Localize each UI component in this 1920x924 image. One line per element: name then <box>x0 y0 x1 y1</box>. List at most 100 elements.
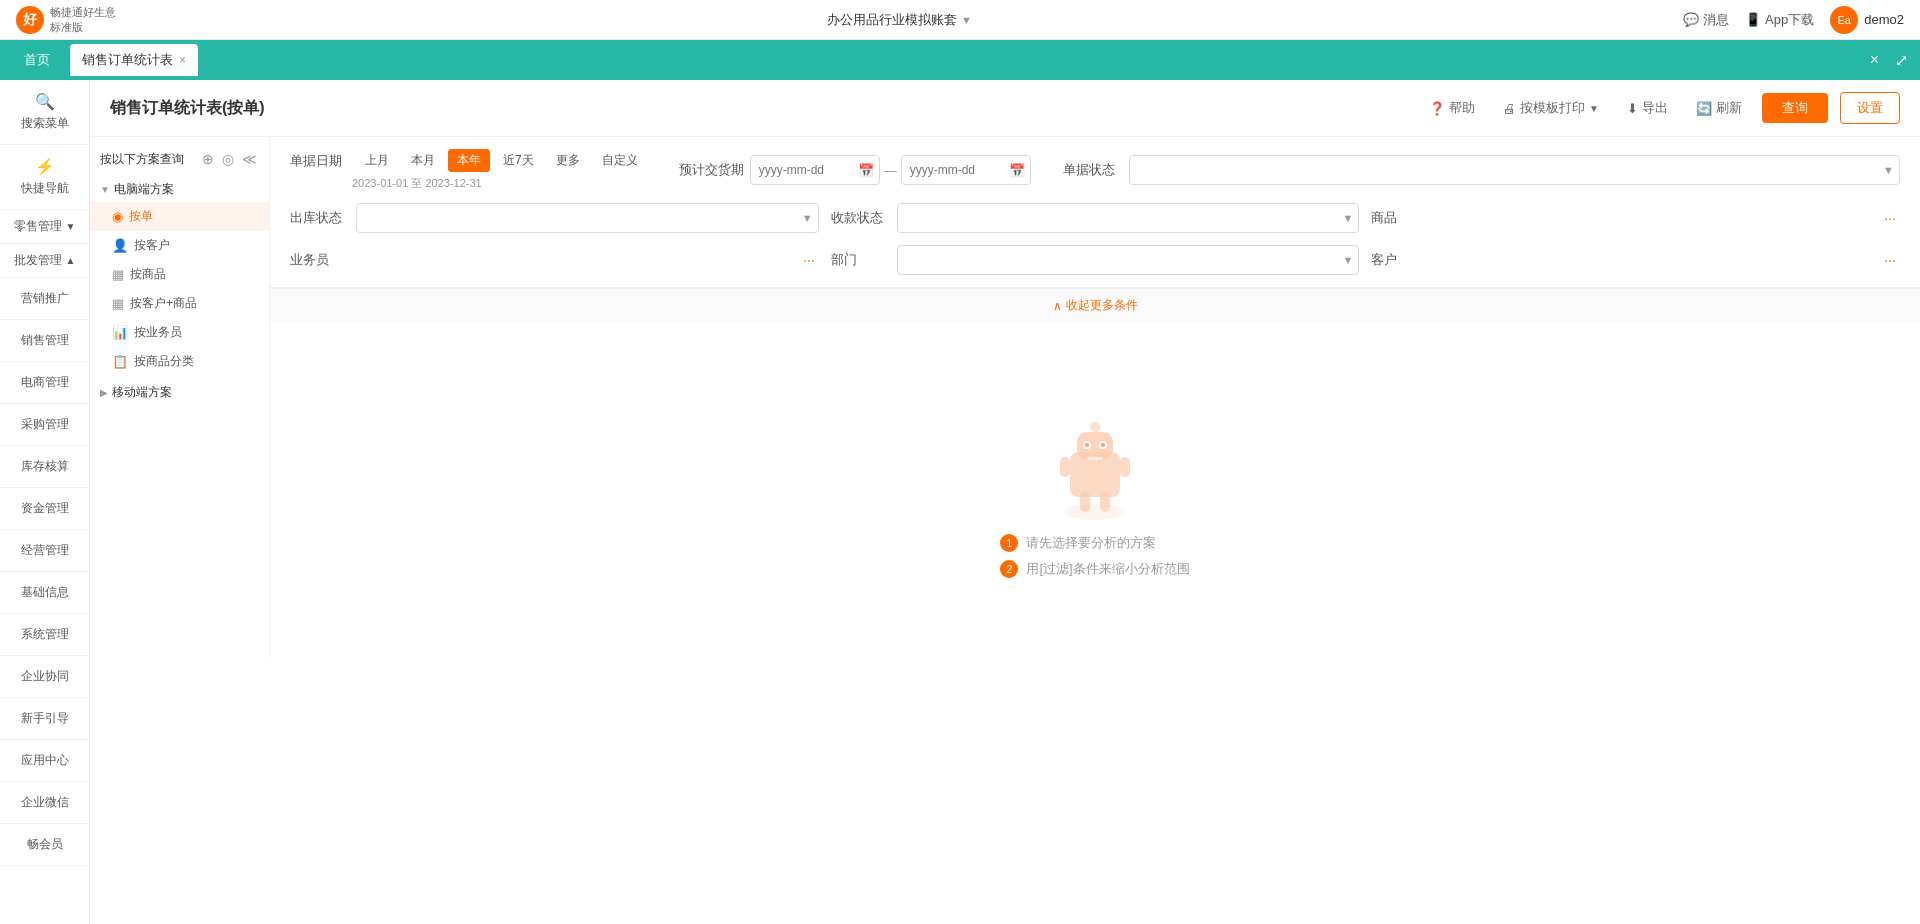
logo-icon: 好 <box>16 6 44 34</box>
svg-point-12 <box>1090 422 1100 432</box>
svg-rect-7 <box>1087 457 1103 460</box>
period-this-year[interactable]: 本年 <box>448 149 490 172</box>
sidebar-item-quick-nav[interactable]: ⚡ 快捷导航 <box>0 145 89 210</box>
department-label: 部门 <box>831 251 891 269</box>
sidebar-item-ops-mgmt[interactable]: 经营管理 <box>0 530 89 572</box>
svg-rect-2 <box>1077 432 1113 460</box>
logo-area: 好 畅捷通好生意 标准版 <box>16 5 116 34</box>
scheme-group-pc-header[interactable]: ▼ 电脑端方案 <box>90 177 269 202</box>
scheme-item-by-goods[interactable]: ▦ 按商品 <box>90 260 269 289</box>
refresh-button[interactable]: 🔄 刷新 <box>1688 95 1750 121</box>
empty-tip-2: 2 用[过滤]条件来缩小分析范围 <box>1000 560 1189 578</box>
message-button[interactable]: 💬 消息 <box>1683 11 1729 29</box>
sidebar-item-marketing[interactable]: 营销推广 <box>0 278 89 320</box>
by-order-icon: ◉ <box>112 209 123 224</box>
delivery-status-label: 出库状态 <box>290 209 350 227</box>
filter-row-3: 业务员 ··· 部门 <box>290 245 1900 275</box>
app-title[interactable]: 办公用品行业模拟账套 ▼ <box>827 11 972 29</box>
scheme-item-by-goods-category[interactable]: 📋 按商品分类 <box>90 347 269 376</box>
svg-rect-11 <box>1100 492 1110 512</box>
salesman-group: 业务员 ··· <box>290 251 819 269</box>
customer-more-btn[interactable]: ··· <box>1880 252 1900 268</box>
svg-rect-10 <box>1080 492 1090 512</box>
user-profile[interactable]: Ea demo2 <box>1830 6 1904 34</box>
svg-point-0 <box>1065 504 1125 520</box>
top-bar-right: 💬 消息 📱 App下载 Ea demo2 <box>1683 6 1904 34</box>
print-button[interactable]: 🖨 按模板打印 ▼ <box>1495 95 1607 121</box>
main-layout: 🔍 搜索菜单 ⚡ 快捷导航 零售管理 ▼ 批发管理 ▲ 营销推广 销售管理 电商… <box>0 80 1920 924</box>
order-status-label: 单据状态 <box>1063 161 1123 179</box>
sidebar-item-purchase-mgmt[interactable]: 采购管理 <box>0 404 89 446</box>
collapse-bar[interactable]: ∧ 收起更多条件 <box>270 288 1920 322</box>
search-icon: 🔍 <box>35 92 55 111</box>
collapse-scheme-icon[interactable]: ≪ <box>240 149 259 169</box>
sidebar-item-retail-mgmt[interactable]: 零售管理 ▼ <box>0 210 89 244</box>
top-bar-left: 好 畅捷通好生意 标准版 <box>16 5 116 34</box>
period-custom[interactable]: 自定义 <box>593 149 647 172</box>
add-scheme-icon[interactable]: ⊕ <box>200 149 216 169</box>
tab-bar-actions: × ⤢ <box>1866 47 1912 74</box>
delivery-status-select[interactable] <box>356 203 819 233</box>
sidebar-item-sys-mgmt[interactable]: 系统管理 <box>0 614 89 656</box>
tab-close-button[interactable]: × <box>1866 47 1883 73</box>
scheme-item-by-order[interactable]: ◉ 按单 <box>90 202 269 231</box>
sidebar-item-enterprise[interactable]: 企业协同 <box>0 656 89 698</box>
goods-label: 商品 <box>1371 209 1431 227</box>
sidebar-item-newbie[interactable]: 新手引导 <box>0 698 89 740</box>
scheme-group-pc: ▼ 电脑端方案 ◉ 按单 👤 按客户 ▦ 按商 <box>90 177 269 376</box>
page-container: 销售订单统计表(按单) ❓ 帮助 🖨 按模板打印 ▼ ⬇ 导出 <box>90 80 1920 924</box>
sidebar-item-app-center[interactable]: 应用中心 <box>0 740 89 782</box>
payment-status-group: 收款状态 ▼ <box>831 203 1360 233</box>
sidebar-item-search-menu[interactable]: 🔍 搜索菜单 <box>0 80 89 145</box>
period-last-month[interactable]: 上月 <box>356 149 398 172</box>
sidebar-item-enterprise-wx[interactable]: 企业微信 <box>0 782 89 824</box>
scheme-panel-header: 按以下方案查询 ⊕ ◎ ≪ <box>90 145 269 177</box>
sidebar-item-inventory[interactable]: 库存核算 <box>0 446 89 488</box>
payment-status-select[interactable] <box>897 203 1360 233</box>
goods-more-btn[interactable]: ··· <box>1880 210 1900 226</box>
page-header: 销售订单统计表(按单) ❓ 帮助 🖨 按模板打印 ▼ ⬇ 导出 <box>90 80 1920 137</box>
svg-point-6 <box>1101 443 1105 447</box>
by-goods-category-icon: 📋 <box>112 354 128 369</box>
scheme-group-mobile: ▶ 移动端方案 <box>90 380 269 405</box>
avatar: Ea <box>1830 6 1858 34</box>
split-layout: 按以下方案查询 ⊕ ◎ ≪ ▼ 电脑端方案 <box>90 137 1920 658</box>
tab-maximize-button[interactable]: ⤢ <box>1891 47 1912 74</box>
edit-scheme-icon[interactable]: ◎ <box>220 149 236 169</box>
by-goods-icon: ▦ <box>112 267 124 282</box>
sidebar-item-member[interactable]: 畅会员 <box>0 824 89 866</box>
help-button[interactable]: ❓ 帮助 <box>1421 95 1483 121</box>
period-more[interactable]: 更多 <box>547 149 589 172</box>
department-select[interactable] <box>897 245 1360 275</box>
scheme-item-by-salesman[interactable]: 📊 按业务员 <box>90 318 269 347</box>
period-7days[interactable]: 近7天 <box>494 149 543 172</box>
sidebar-item-sales-mgmt[interactable]: 销售管理 <box>0 320 89 362</box>
sidebar-item-basic-info[interactable]: 基础信息 <box>0 572 89 614</box>
tab-sales-order[interactable]: 销售订单统计表 × <box>70 44 198 76</box>
filter-row-2: 出库状态 ▼ 收款状态 <box>290 203 1900 233</box>
sidebar-item-wholesale-mgmt[interactable]: 批发管理 ▲ <box>0 244 89 278</box>
sidebar-item-finance-mgmt[interactable]: 资金管理 <box>0 488 89 530</box>
setting-button[interactable]: 设置 <box>1840 92 1900 124</box>
filter-content: 单据日期 上月 本月 本年 近7天 更多 自定义 <box>270 137 1920 658</box>
quick-nav-icon: ⚡ <box>35 157 55 176</box>
tab-close-icon[interactable]: × <box>179 53 186 67</box>
salesman-label: 业务员 <box>290 251 350 269</box>
order-status-select[interactable] <box>1129 155 1900 185</box>
expected-date-end[interactable] <box>901 155 1031 185</box>
scheme-item-by-customer-goods[interactable]: ▦ 按客户+商品 <box>90 289 269 318</box>
svg-rect-8 <box>1060 457 1070 477</box>
app-download-button[interactable]: 📱 App下载 <box>1745 11 1814 29</box>
period-this-month[interactable]: 本月 <box>402 149 444 172</box>
mobile-group-arrow-icon: ▶ <box>100 387 108 398</box>
salesman-more-btn[interactable]: ··· <box>799 252 819 268</box>
refresh-icon: 🔄 <box>1696 101 1712 116</box>
customer-group: 客户 ··· <box>1371 251 1900 269</box>
export-button[interactable]: ⬇ 导出 <box>1619 95 1676 121</box>
tab-home[interactable]: 首页 <box>8 44 66 76</box>
scheme-group-mobile-header[interactable]: ▶ 移动端方案 <box>90 380 269 405</box>
query-button[interactable]: 查询 <box>1762 93 1828 123</box>
scheme-item-by-customer[interactable]: 👤 按客户 <box>90 231 269 260</box>
sidebar-item-ecom-mgmt[interactable]: 电商管理 <box>0 362 89 404</box>
expected-date-start[interactable] <box>750 155 880 185</box>
